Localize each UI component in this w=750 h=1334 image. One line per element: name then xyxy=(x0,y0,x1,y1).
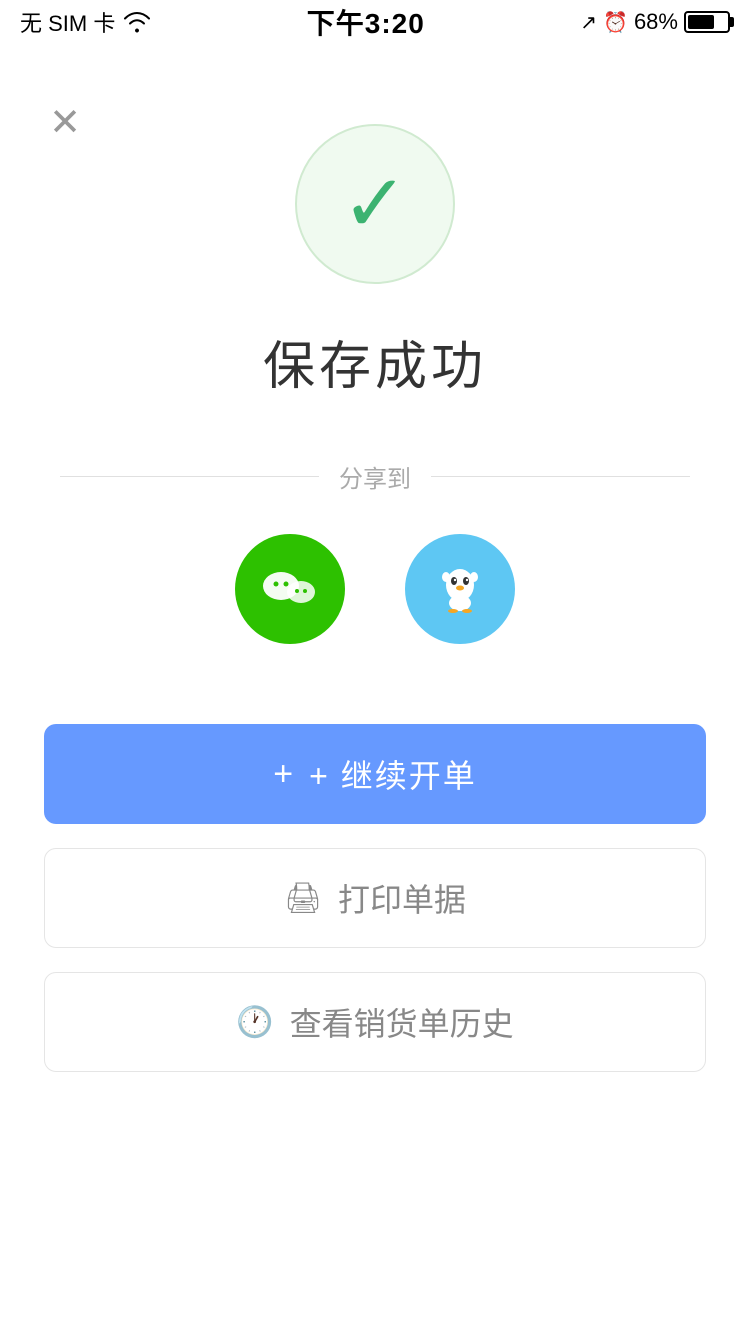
wechat-share-button[interactable] xyxy=(235,534,345,644)
continue-order-label: + 继续开单 xyxy=(309,751,477,797)
status-right: ↗ ⏰ 68% xyxy=(580,9,730,35)
history-button[interactable]: 🕐 查看销货单历史 xyxy=(44,972,706,1072)
history-icon: 🕐 xyxy=(236,1005,273,1040)
wifi-icon xyxy=(123,11,151,33)
battery-fill xyxy=(688,15,714,29)
success-circle: ✓ xyxy=(295,124,455,284)
share-icons xyxy=(235,534,515,644)
alarm-icon: ⏰ xyxy=(603,10,628,35)
close-button[interactable]: ✕ xyxy=(40,98,90,148)
status-left: 无 SIM 卡 xyxy=(20,6,151,38)
success-title: 保存成功 xyxy=(263,324,487,399)
share-label: 分享到 xyxy=(319,459,431,494)
printer-icon: 🖨 xyxy=(284,881,322,916)
qq-icon xyxy=(430,559,490,619)
print-label: 打印单据 xyxy=(338,875,466,921)
qq-share-button[interactable] xyxy=(405,534,515,644)
battery-percent: 68% xyxy=(634,9,678,35)
divider-line-left xyxy=(60,476,319,477)
divider-line-right xyxy=(431,476,690,477)
action-buttons: + + 继续开单 🖨 打印单据 🕐 查看销货单历史 xyxy=(0,724,750,1072)
battery-icon xyxy=(684,11,730,33)
main-content: ✕ ✓ 保存成功 分享到 xyxy=(0,44,750,1334)
status-time: 下午3:20 xyxy=(307,2,425,42)
status-bar: 无 SIM 卡 下午3:20 ↗ ⏰ 68% xyxy=(0,0,750,44)
location-icon: ↗ xyxy=(580,10,597,35)
continue-order-button[interactable]: + + 继续开单 xyxy=(44,724,706,824)
close-icon: ✕ xyxy=(49,104,81,142)
history-label: 查看销货单历史 xyxy=(290,999,514,1045)
print-button[interactable]: 🖨 打印单据 xyxy=(44,848,706,948)
checkmark-icon: ✓ xyxy=(341,164,408,244)
share-divider: 分享到 xyxy=(0,459,750,494)
wechat-icon xyxy=(255,554,325,624)
carrier-label: 无 SIM 卡 xyxy=(20,6,115,38)
plus-icon: + xyxy=(273,755,293,794)
